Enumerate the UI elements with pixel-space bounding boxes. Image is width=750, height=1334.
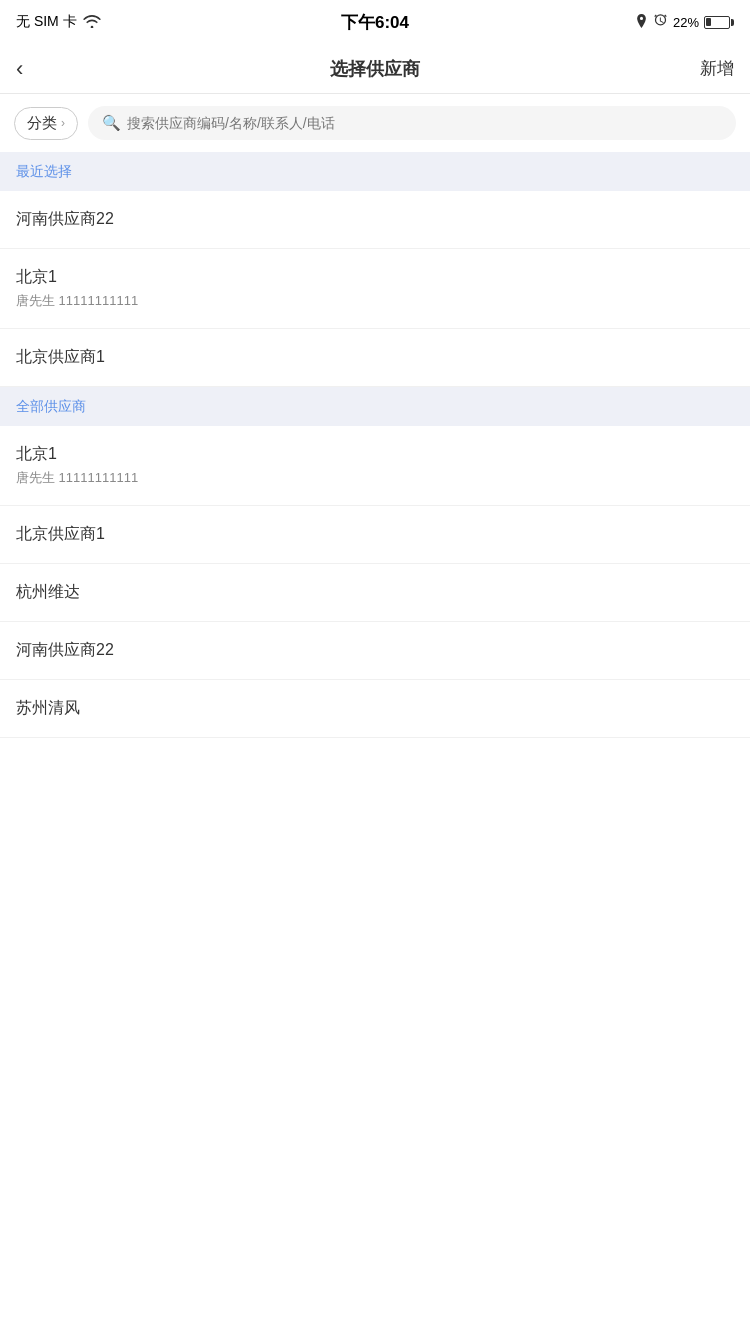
- add-button[interactable]: 新增: [700, 57, 734, 80]
- recent-list-item[interactable]: 北京供应商1: [0, 329, 750, 387]
- item-name: 河南供应商22: [16, 640, 734, 661]
- item-name: 北京1: [16, 267, 734, 288]
- back-button[interactable]: ‹: [16, 48, 31, 90]
- category-label: 分类: [27, 114, 57, 133]
- search-icon: 🔍: [102, 114, 121, 132]
- search-bar: 分类 › 🔍: [0, 94, 750, 152]
- all-list-item[interactable]: 北京供应商1: [0, 506, 750, 564]
- chevron-right-icon: ›: [61, 116, 65, 130]
- recent-section-header: 最近选择: [0, 152, 750, 191]
- item-name: 杭州维达: [16, 582, 734, 603]
- status-time: 下午6:04: [341, 11, 409, 34]
- recent-list-item[interactable]: 北京1 唐先生 11111111111: [0, 249, 750, 329]
- alarm-icon: [653, 13, 668, 31]
- all-items-list: 北京1 唐先生 11111111111 北京供应商1 杭州维达河南供应商22 苏州清风: [0, 426, 750, 738]
- search-wrapper: 🔍: [88, 106, 736, 140]
- all-section-label: 全部供应商: [16, 398, 86, 414]
- recent-list-item[interactable]: 河南供应商22: [0, 191, 750, 249]
- all-list-item[interactable]: 河南供应商22: [0, 622, 750, 680]
- item-name: 苏州清风: [16, 698, 734, 719]
- all-list-item[interactable]: 杭州维达: [0, 564, 750, 622]
- page-title: 选择供应商: [330, 57, 420, 81]
- nav-bar: ‹ 选择供应商 新增: [0, 44, 750, 94]
- location-icon: [635, 14, 648, 31]
- all-section-header: 全部供应商: [0, 387, 750, 426]
- battery-percent: 22%: [673, 15, 699, 30]
- carrier-label: 无 SIM 卡: [16, 13, 77, 31]
- recent-items-list: 河南供应商22 北京1 唐先生 11111111111 北京供应商1: [0, 191, 750, 387]
- wifi-icon: [83, 14, 101, 31]
- status-bar: 无 SIM 卡 下午6:04 22%: [0, 0, 750, 44]
- battery-icon: [704, 16, 734, 29]
- all-list-item[interactable]: 苏州清风: [0, 680, 750, 738]
- search-input[interactable]: [127, 115, 722, 131]
- item-sub: 唐先生 11111111111: [16, 469, 734, 487]
- all-list-item[interactable]: 北京1 唐先生 11111111111: [0, 426, 750, 506]
- item-sub: 唐先生 11111111111: [16, 292, 734, 310]
- status-left: 无 SIM 卡: [16, 13, 101, 31]
- item-name: 北京供应商1: [16, 524, 734, 545]
- item-name: 河南供应商22: [16, 209, 734, 230]
- item-name: 北京供应商1: [16, 347, 734, 368]
- category-button[interactable]: 分类 ›: [14, 107, 78, 140]
- recent-section-label: 最近选择: [16, 163, 72, 179]
- status-right: 22%: [635, 13, 734, 31]
- item-name: 北京1: [16, 444, 734, 465]
